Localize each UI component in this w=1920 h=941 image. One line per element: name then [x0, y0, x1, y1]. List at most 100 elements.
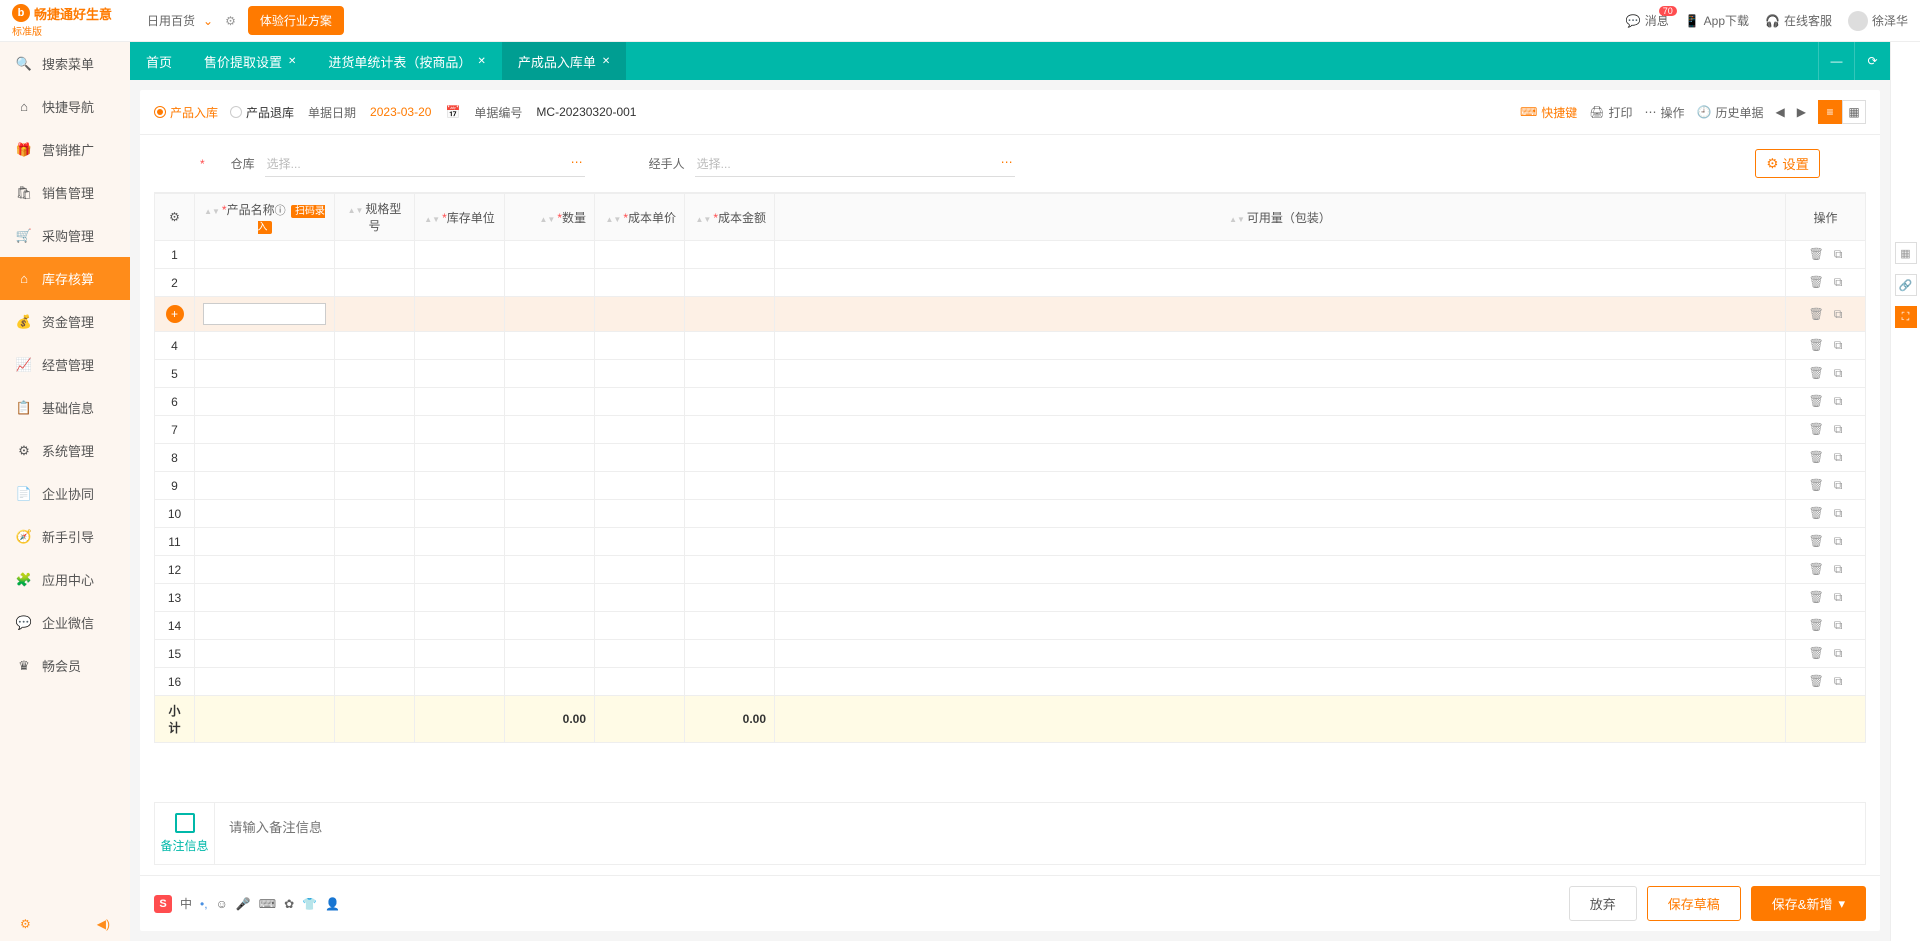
- table-row[interactable]: 6🗑⧉: [155, 388, 1866, 416]
- col-gear[interactable]: ⚙: [155, 194, 195, 241]
- sidebar-item-1[interactable]: ⌂快捷导航: [0, 85, 130, 128]
- close-icon[interactable]: ✕: [477, 56, 485, 67]
- copy-row-icon[interactable]: ⧉: [1834, 562, 1843, 577]
- sidebar-item-10[interactable]: 📄企业协同: [0, 472, 130, 515]
- add-row-button[interactable]: +: [166, 305, 184, 323]
- tab-refresh-button[interactable]: ⟳: [1854, 42, 1890, 80]
- tab-1[interactable]: 售价提取设置✕: [188, 42, 312, 80]
- radio-product-in[interactable]: 产品入库: [154, 104, 218, 121]
- radio-product-out[interactable]: 产品退库: [230, 104, 294, 121]
- remarks-input[interactable]: [215, 803, 1865, 864]
- copy-row-icon[interactable]: ⧉: [1834, 247, 1843, 262]
- experience-button[interactable]: 体验行业方案: [248, 6, 344, 35]
- sidebar-item-0[interactable]: 🔍搜索菜单: [0, 42, 130, 85]
- product-name-input[interactable]: [203, 303, 326, 325]
- copy-row-icon[interactable]: ⧉: [1834, 275, 1843, 290]
- copy-row-icon[interactable]: ⧉: [1834, 506, 1843, 521]
- copy-row-icon[interactable]: ⧉: [1834, 394, 1843, 409]
- settings-gear-icon[interactable]: ⚙: [20, 917, 31, 931]
- sidebar-item-7[interactable]: 📈经营管理: [0, 343, 130, 386]
- delete-row-icon[interactable]: 🗑: [1809, 394, 1824, 409]
- sidebar-item-6[interactable]: 💰资金管理: [0, 300, 130, 343]
- shortcut-button[interactable]: ⌨ 快捷键: [1520, 104, 1577, 121]
- close-icon[interactable]: ✕: [602, 56, 610, 67]
- collapse-icon[interactable]: ◀): [97, 917, 110, 931]
- delete-row-icon[interactable]: 🗑: [1809, 450, 1824, 465]
- online-service-button[interactable]: 🎧 在线客服: [1765, 12, 1832, 29]
- table-row[interactable]: 4🗑⧉: [155, 332, 1866, 360]
- sidebar-item-8[interactable]: 📋基础信息: [0, 386, 130, 429]
- copy-row-icon[interactable]: ⧉: [1834, 646, 1843, 661]
- sidebar-item-5[interactable]: ⌂库存核算: [0, 257, 130, 300]
- copy-row-icon[interactable]: ⧉: [1834, 307, 1843, 322]
- delete-row-icon[interactable]: 🗑: [1809, 562, 1824, 577]
- handler-select[interactable]: 选择... ⋯: [695, 151, 1015, 177]
- copy-row-icon[interactable]: ⧉: [1834, 590, 1843, 605]
- table-row[interactable]: + 🗑 ⧉: [155, 297, 1866, 332]
- col-available[interactable]: ▲▼可用量（包装）: [775, 194, 1786, 241]
- copy-row-icon[interactable]: ⧉: [1834, 618, 1843, 633]
- copy-row-icon[interactable]: ⧉: [1834, 338, 1843, 353]
- table-row[interactable]: 15🗑⧉: [155, 640, 1866, 668]
- delete-row-icon[interactable]: 🗑: [1809, 674, 1824, 689]
- view-list-button[interactable]: ≡: [1818, 100, 1842, 124]
- delete-row-icon[interactable]: 🗑: [1809, 534, 1824, 549]
- delete-row-icon[interactable]: 🗑: [1809, 478, 1824, 493]
- col-product-name[interactable]: ▲▼*产品名称ⓘ 扫码录入: [195, 194, 335, 241]
- table-row[interactable]: 9🗑⧉: [155, 472, 1866, 500]
- save-draft-button[interactable]: 保存草稿: [1647, 886, 1741, 921]
- sidebar-item-12[interactable]: 🧩应用中心: [0, 558, 130, 601]
- sidebar-item-4[interactable]: 🛒采购管理: [0, 214, 130, 257]
- sidebar-item-2[interactable]: 🎁营销推广: [0, 128, 130, 171]
- copy-row-icon[interactable]: ⧉: [1834, 674, 1843, 689]
- gear-icon[interactable]: ⚙: [225, 14, 236, 28]
- table-row[interactable]: 8🗑⧉: [155, 444, 1866, 472]
- table-row[interactable]: 14🗑⧉: [155, 612, 1866, 640]
- date-value[interactable]: 2023-03-20: [370, 105, 431, 119]
- store-selector[interactable]: 日用百货 ⌄: [147, 12, 213, 29]
- discard-button[interactable]: 放弃: [1569, 886, 1637, 921]
- user-menu[interactable]: 徐泽华: [1848, 11, 1908, 31]
- messages-button[interactable]: 💬 消息 70: [1626, 12, 1669, 29]
- col-spec[interactable]: ▲▼规格型号: [335, 194, 415, 241]
- sidebar-item-11[interactable]: 🧭新手引导: [0, 515, 130, 558]
- sidebar-item-3[interactable]: 🛍销售管理: [0, 171, 130, 214]
- table-row[interactable]: 16🗑⧉: [155, 668, 1866, 696]
- table-row[interactable]: 5🗑⧉: [155, 360, 1866, 388]
- rail-btn-2[interactable]: 🔗: [1895, 274, 1917, 296]
- next-doc-button[interactable]: ▶: [1797, 105, 1806, 119]
- close-icon[interactable]: ✕: [288, 56, 296, 67]
- settings-button[interactable]: ⚙ 设置: [1755, 149, 1820, 178]
- table-row[interactable]: 7🗑⧉: [155, 416, 1866, 444]
- sidebar-item-9[interactable]: ⚙系统管理: [0, 429, 130, 472]
- prev-doc-button[interactable]: ◀: [1776, 105, 1785, 119]
- delete-row-icon[interactable]: 🗑: [1809, 338, 1824, 353]
- copy-row-icon[interactable]: ⧉: [1834, 422, 1843, 437]
- delete-row-icon[interactable]: 🗑: [1809, 366, 1824, 381]
- sidebar-item-13[interactable]: 💬企业微信: [0, 601, 130, 644]
- history-button[interactable]: 🕘 历史单据: [1697, 104, 1764, 121]
- sidebar-item-14[interactable]: ♛畅会员: [0, 644, 130, 687]
- tab-0[interactable]: 首页: [130, 42, 188, 80]
- delete-row-icon[interactable]: 🗑: [1809, 618, 1824, 633]
- tab-minimize-button[interactable]: —: [1818, 42, 1854, 80]
- rail-btn-3[interactable]: ⛶: [1895, 306, 1917, 328]
- tab-2[interactable]: 进货单统计表（按商品）✕: [312, 42, 501, 80]
- col-qty[interactable]: ▲▼*数量: [505, 194, 595, 241]
- warehouse-select[interactable]: 选择... ⋯: [265, 151, 585, 177]
- rail-btn-1[interactable]: ▦: [1895, 242, 1917, 264]
- copy-row-icon[interactable]: ⧉: [1834, 534, 1843, 549]
- app-download-button[interactable]: 📱 App下载: [1685, 12, 1749, 29]
- table-row[interactable]: 10🗑⧉: [155, 500, 1866, 528]
- copy-row-icon[interactable]: ⧉: [1834, 478, 1843, 493]
- delete-row-icon[interactable]: 🗑: [1809, 307, 1824, 322]
- delete-row-icon[interactable]: 🗑: [1809, 590, 1824, 605]
- view-grid-button[interactable]: ▦: [1842, 100, 1866, 124]
- tab-3[interactable]: 产成品入库单✕: [502, 42, 626, 80]
- save-new-button[interactable]: 保存&新增 ▾: [1751, 886, 1866, 921]
- delete-row-icon[interactable]: 🗑: [1809, 646, 1824, 661]
- table-row[interactable]: 1🗑⧉: [155, 241, 1866, 269]
- table-row[interactable]: 11🗑⧉: [155, 528, 1866, 556]
- col-unit[interactable]: ▲▼*库存单位: [415, 194, 505, 241]
- copy-row-icon[interactable]: ⧉: [1834, 450, 1843, 465]
